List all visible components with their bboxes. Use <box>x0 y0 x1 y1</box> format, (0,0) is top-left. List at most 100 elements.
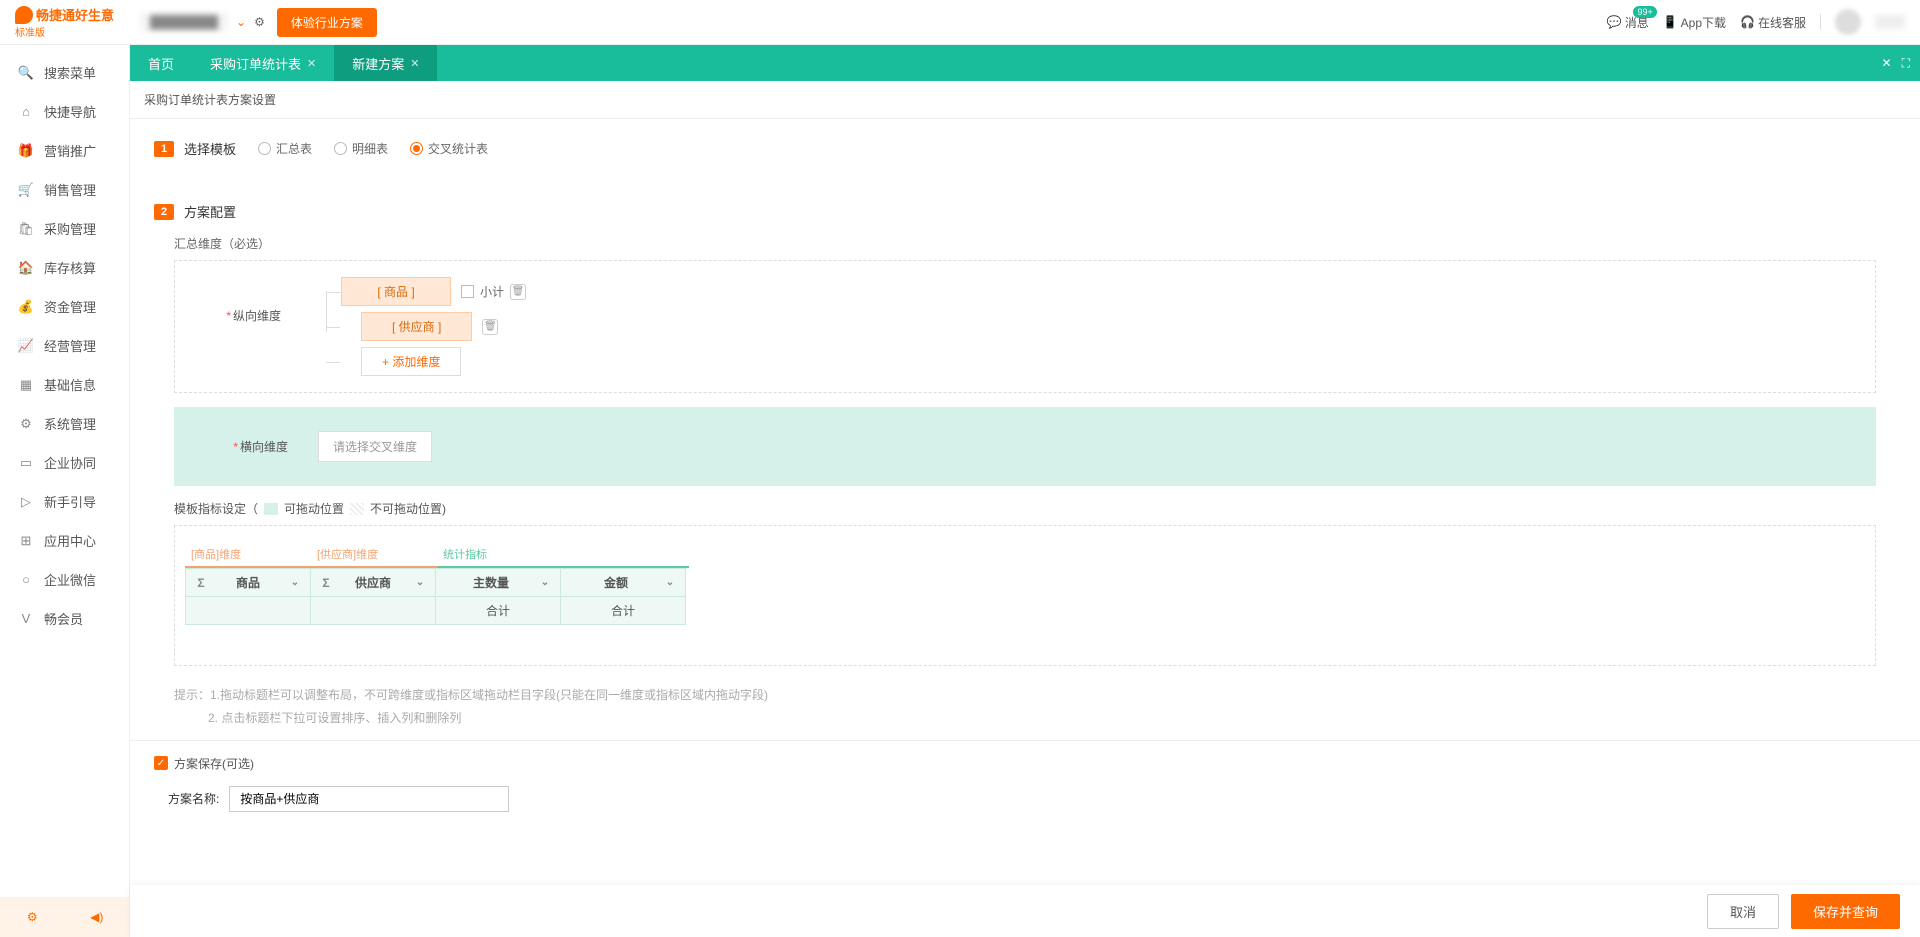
house-icon: 🏠 <box>18 260 34 276</box>
collapse-button[interactable]: ◀) <box>65 897 130 937</box>
close-icon[interactable]: ✕ <box>307 57 316 70</box>
wechat-icon: ○ <box>18 572 34 588</box>
messages-badge: 99+ <box>1633 6 1656 18</box>
th-supplier[interactable]: Σ供应商⌄ <box>311 569 436 597</box>
sidebar-item-search[interactable]: 🔍搜索菜单 <box>0 53 129 92</box>
cell-empty <box>311 597 436 625</box>
subtotal-checkbox[interactable] <box>461 285 474 298</box>
trial-button[interactable]: 体验行业方案 <box>277 8 377 37</box>
sidebar-item-label: 应用中心 <box>44 531 96 550</box>
radio-icon <box>334 142 347 155</box>
chevron-down-icon[interactable]: ⌄ <box>663 577 677 588</box>
sidebar-item-label: 企业协同 <box>44 453 96 472</box>
th-amount[interactable]: 金额⌄ <box>561 569 686 597</box>
dim-tag-supplier[interactable]: [ 供应商 ] <box>361 312 472 341</box>
avatar[interactable] <box>1835 9 1861 35</box>
close-icon[interactable]: ✕ <box>410 57 419 70</box>
subtotal-label: 小计 <box>480 283 504 300</box>
phone-icon: 📱 <box>1663 15 1678 29</box>
radio-icon <box>258 142 271 155</box>
gear-icon[interactable]: ⚙ <box>254 15 265 29</box>
chevron-down-icon[interactable]: ⌄ <box>288 577 302 588</box>
online-service-label: 在线客服 <box>1758 14 1806 31</box>
sigma-icon: Σ <box>194 576 208 590</box>
messages-link[interactable]: 💬 消息 99+ <box>1607 14 1649 31</box>
vertical-dim-label: *纵向维度 <box>191 277 281 324</box>
sidebar-item-house[interactable]: 🏠库存核算 <box>0 248 129 287</box>
close-all-icon[interactable]: ✕ <box>1882 56 1892 70</box>
home-icon: ⌂ <box>18 104 34 120</box>
app-header: 畅捷通好生意 标准版 ████████ ⌄ ⚙ 体验行业方案 💬 消息 99+ … <box>0 0 1920 45</box>
sidebar-item-bag[interactable]: 🛍采购管理 <box>0 209 129 248</box>
sidebar-item-label: 企业微信 <box>44 570 96 589</box>
chevron-down-icon[interactable]: ⌄ <box>236 15 246 29</box>
tab-label: 新建方案 <box>352 54 404 73</box>
sidebar-item-money[interactable]: 💰资金管理 <box>0 287 129 326</box>
settings-button[interactable]: ⚙ <box>0 897 65 937</box>
sidebar-item-cart[interactable]: 🛒 销售管理 <box>0 170 129 209</box>
cancel-button[interactable]: 取消 <box>1707 894 1779 929</box>
chevron-down-icon[interactable]: ⌄ <box>538 577 552 588</box>
app-download-link[interactable]: 📱 App下载 <box>1663 14 1726 31</box>
save-checkbox[interactable]: ✓ <box>154 756 168 770</box>
tab-bar: 首页采购订单统计表 ✕ 新建方案 ✕ ✕ ⛶ <box>130 45 1920 81</box>
th-qty[interactable]: 主数量⌄ <box>436 569 561 597</box>
fullscreen-icon[interactable]: ⛶ <box>1902 56 1910 71</box>
radio-label: 交叉统计表 <box>428 140 488 157</box>
sidebar: 🔍搜索菜单⌂快捷导航🎁营销推广 🛒 销售管理 🛍采购管理🏠库存核算💰资金管理📈经营管理… <box>0 45 130 937</box>
team-icon: ▭ <box>18 455 34 471</box>
legend-draggable-icon <box>264 503 278 515</box>
sidebar-item-home[interactable]: ⌂快捷导航 <box>0 92 129 131</box>
message-icon: 💬 <box>1607 15 1622 29</box>
dim-tag-product[interactable]: [ 商品 ] <box>341 277 451 306</box>
sidebar-item-vip[interactable]: V畅会员 <box>0 599 129 638</box>
tab-采购订单统计表[interactable]: 采购订单统计表 ✕ <box>192 45 334 81</box>
user-name[interactable] <box>1875 15 1905 29</box>
search-icon: 🔍 <box>18 65 34 81</box>
delete-icon[interactable]: 🗑 <box>482 319 498 335</box>
add-dimension-button[interactable]: + 添加维度 <box>361 347 461 376</box>
tab-label: 采购订单统计表 <box>210 54 301 73</box>
cell-total-amount: 合计 <box>561 597 686 625</box>
online-service-link[interactable]: 🎧 在线客服 <box>1740 14 1806 31</box>
sidebar-item-label: 系统管理 <box>44 414 96 433</box>
tab-首页[interactable]: 首页 <box>130 45 192 81</box>
sidebar-item-label: 销售管理 <box>44 180 96 199</box>
sidebar-item-guide[interactable]: ▷新手引导 <box>0 482 129 521</box>
sidebar-item-gift[interactable]: 🎁营销推广 <box>0 131 129 170</box>
headset-icon: 🎧 <box>1740 15 1755 29</box>
sidebar-item-info[interactable]: ▦基础信息 <box>0 365 129 404</box>
sidebar-item-wechat[interactable]: ○ 企业微信 <box>0 560 129 599</box>
sidebar-item-gear[interactable]: ⚙系统管理 <box>0 404 129 443</box>
hints: 提示：1.拖动标题栏可以调整布局，不可跨维度或指标区域拖动栏目字段(只能在同一维… <box>174 684 1876 730</box>
horizontal-dim-label: *横向维度 <box>198 438 288 455</box>
sidebar-item-chart[interactable]: 📈经营管理 <box>0 326 129 365</box>
save-query-button[interactable]: 保存并查询 <box>1791 894 1900 929</box>
info-icon: ▦ <box>18 377 34 393</box>
col-header-stat: 统计指标 <box>437 542 689 568</box>
logo-text: 畅捷通好生意 <box>36 5 114 24</box>
cell-total-qty: 合计 <box>436 597 561 625</box>
delete-icon[interactable]: 🗑 <box>510 284 526 300</box>
horizontal-dim-select[interactable]: 请选择交叉维度 <box>318 431 432 462</box>
sidebar-item-label: 采购管理 <box>44 219 96 238</box>
radio-明细表[interactable]: 明细表 <box>334 140 388 157</box>
chevron-down-icon[interactable]: ⌄ <box>413 577 427 588</box>
radio-交叉统计表[interactable]: 交叉统计表 <box>410 140 488 157</box>
sidebar-item-team[interactable]: ▭ 企业协同 <box>0 443 129 482</box>
template-table: Σ商品⌄ Σ供应商⌄ 主数量⌄ 金额⌄ 合计 合计 <box>185 568 686 625</box>
app-icon: ⊞ <box>18 533 34 549</box>
sidebar-item-label: 畅会员 <box>44 609 83 628</box>
cart-icon: 🛒 <box>18 182 34 198</box>
template-radio-group: 汇总表 明细表 交叉统计表 <box>258 140 488 157</box>
sidebar-item-app[interactable]: ⊞ 应用中心 <box>0 521 129 560</box>
plan-name-input[interactable] <box>229 786 509 812</box>
radio-汇总表[interactable]: 汇总表 <box>258 140 312 157</box>
tab-新建方案[interactable]: 新建方案 ✕ <box>334 45 437 81</box>
vertical-dim-panel: *纵向维度 [ 商品 ] 小计 🗑 <box>174 260 1876 393</box>
save-checkbox-label: 方案保存(可选) <box>174 755 254 772</box>
th-product[interactable]: Σ商品⌄ <box>186 569 311 597</box>
company-selector[interactable]: ████████ <box>140 12 228 32</box>
sidebar-item-label: 资金管理 <box>44 297 96 316</box>
step2-section: 2 方案配置 汇总维度（必选） *纵向维度 [ 商品 ] <box>130 182 1920 740</box>
